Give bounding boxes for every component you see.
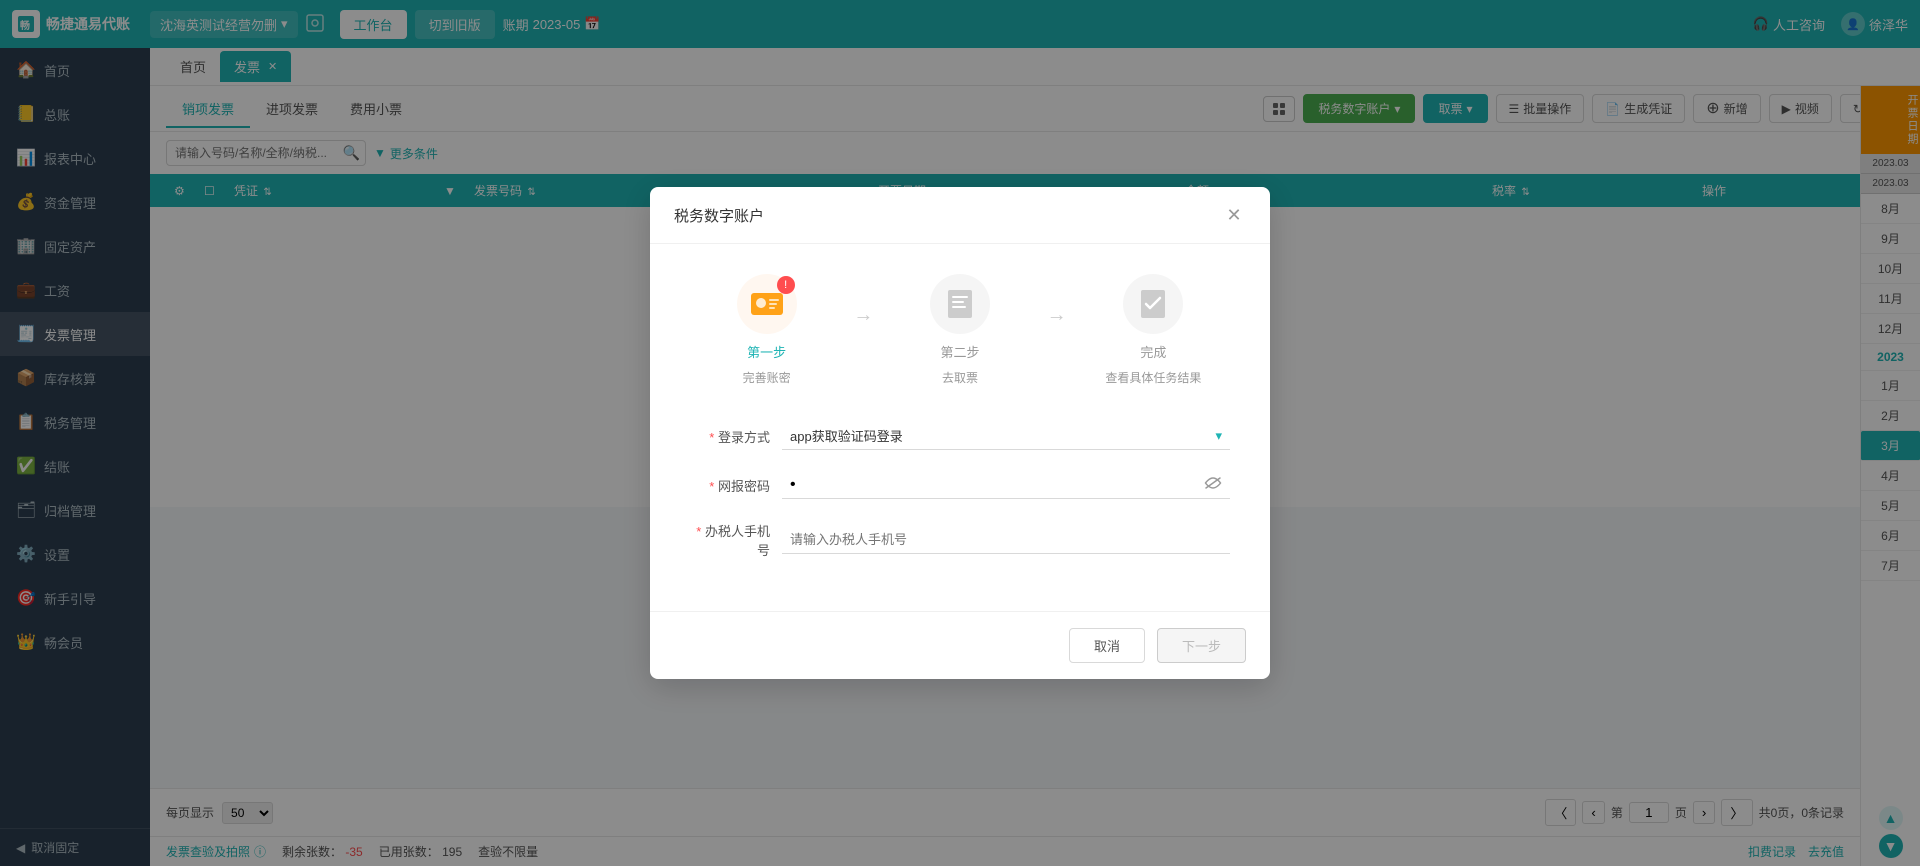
step-2-label: 第二步 <box>940 342 979 361</box>
select-dropdown-icon: ▾ <box>1215 428 1222 444</box>
tax-account-modal: 税务数字账户 ✕ ! 第一步 完善账密 <box>650 187 1270 679</box>
next-step-button[interactable]: 下一步 <box>1157 628 1246 663</box>
password-row: * 网报密码 <box>690 472 1230 499</box>
modal-close-btn[interactable]: ✕ <box>1222 203 1246 227</box>
step-1-label: 第一步 <box>747 342 786 361</box>
login-method-select[interactable]: app获取验证码登录 ▾ <box>782 422 1230 450</box>
step-1: ! 第一步 完善账密 <box>690 274 843 386</box>
step-1-sublabel: 完善账密 <box>743 369 791 386</box>
phone-input[interactable] <box>782 526 1230 554</box>
step-2: 第二步 去取票 <box>883 274 1036 386</box>
login-method-row: * 登录方式 app获取验证码登录 ▾ <box>690 422 1230 450</box>
step-arrow-2: → <box>1037 304 1077 327</box>
step-complete-sublabel: 查看具体任务结果 <box>1105 369 1201 386</box>
step-complete-label: 完成 <box>1140 342 1166 361</box>
phone-field-label: * 办税人手机号 <box>690 521 770 559</box>
step-2-sublabel: 去取票 <box>942 369 978 386</box>
step-arrow-1: → <box>843 304 883 327</box>
step-complete: 完成 查看具体任务结果 <box>1077 274 1230 386</box>
login-method-field-label: * 登录方式 <box>690 427 770 446</box>
step-1-badge: ! <box>777 276 795 294</box>
modal-footer: 取消 下一步 <box>650 611 1270 679</box>
steps-indicator: ! 第一步 完善账密 → 第二步 去取票 → <box>690 274 1230 386</box>
phone-row: * 办税人手机号 <box>690 521 1230 559</box>
modal-body: ! 第一步 完善账密 → 第二步 去取票 → <box>650 244 1270 611</box>
modal-title: 税务数字账户 <box>674 205 764 226</box>
step-2-icon <box>930 274 990 334</box>
step-1-icon: ! <box>737 274 797 334</box>
password-field-label: * 网报密码 <box>690 476 770 495</box>
cancel-button[interactable]: 取消 <box>1069 628 1145 663</box>
password-input[interactable] <box>790 476 1196 494</box>
step-complete-icon <box>1123 274 1183 334</box>
eye-icon[interactable] <box>1204 476 1222 494</box>
modal-header: 税务数字账户 ✕ <box>650 187 1270 244</box>
